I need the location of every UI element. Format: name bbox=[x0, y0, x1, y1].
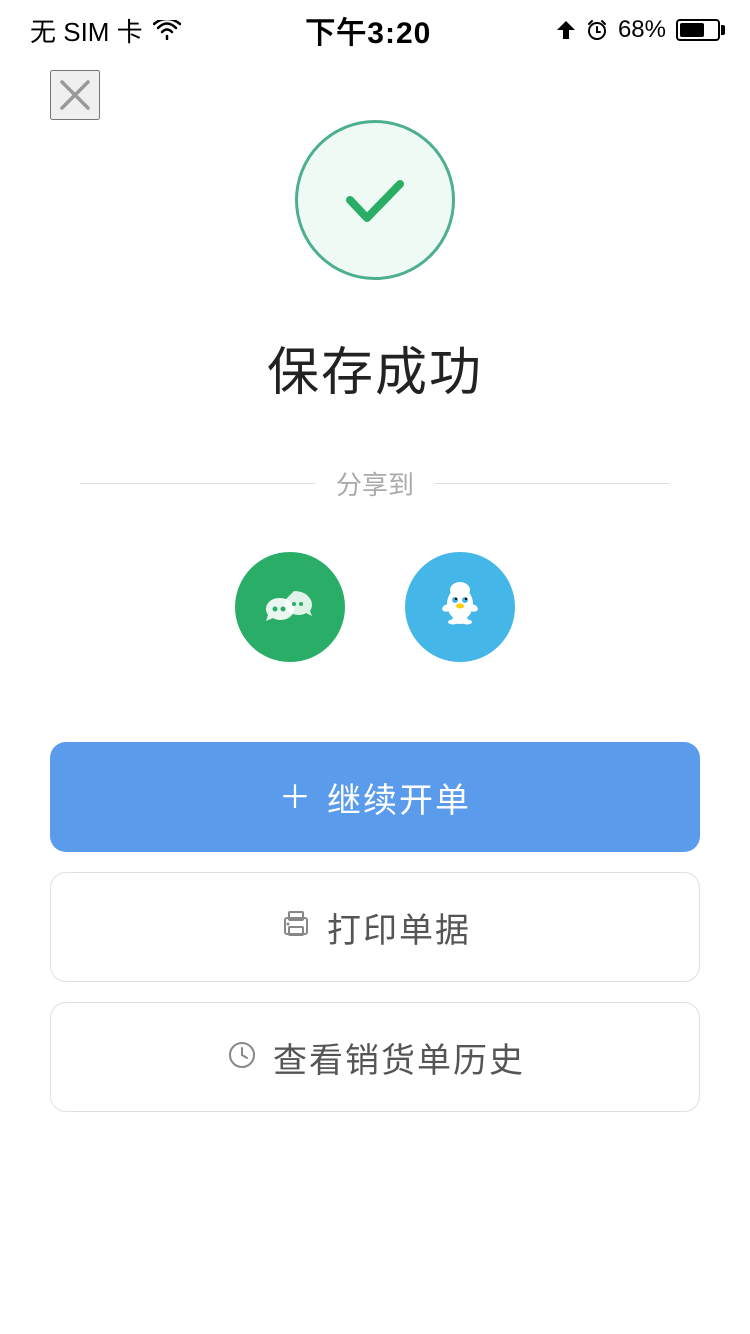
wifi-icon bbox=[153, 20, 181, 40]
status-bar: 无 SIM 卡 下午3:20 68% bbox=[0, 0, 750, 60]
checkmark-icon bbox=[335, 160, 415, 240]
status-left: 无 SIM 卡 bbox=[30, 12, 181, 49]
divider-left bbox=[80, 483, 316, 484]
print-icon bbox=[279, 908, 313, 947]
qq-share-button[interactable] bbox=[405, 552, 515, 662]
carrier-text: 无 SIM 卡 bbox=[30, 12, 143, 49]
status-time: 下午3:20 bbox=[305, 8, 431, 52]
history-button[interactable]: 查看销货单历史 bbox=[50, 1002, 700, 1112]
history-label: 查看销货单历史 bbox=[273, 1033, 525, 1082]
print-button[interactable]: 打印单据 bbox=[50, 872, 700, 982]
status-right: 68% bbox=[556, 16, 720, 44]
location-icon bbox=[556, 20, 576, 40]
battery-icon bbox=[676, 19, 720, 41]
plus-icon: ＋ bbox=[279, 781, 313, 813]
continue-label: 继续开单 bbox=[327, 773, 471, 822]
battery-percent: 68% bbox=[618, 16, 666, 44]
print-label: 打印单据 bbox=[327, 903, 471, 952]
share-label: 分享到 bbox=[316, 465, 434, 502]
success-title: 保存成功 bbox=[267, 330, 483, 405]
share-divider: 分享到 bbox=[0, 465, 750, 502]
share-row bbox=[235, 552, 515, 662]
qq-icon bbox=[429, 576, 491, 638]
wechat-icon bbox=[259, 576, 321, 638]
success-circle bbox=[295, 120, 455, 280]
history-icon bbox=[225, 1038, 259, 1077]
close-icon bbox=[57, 77, 93, 113]
continue-button[interactable]: ＋ 继续开单 bbox=[50, 742, 700, 852]
main-content: 保存成功 分享到 bbox=[0, 60, 750, 1112]
alarm-icon bbox=[586, 19, 608, 41]
close-button[interactable] bbox=[50, 70, 100, 120]
action-buttons: ＋ 继续开单 打印单据 查看销货单历史 bbox=[0, 742, 750, 1112]
wechat-share-button[interactable] bbox=[235, 552, 345, 662]
divider-right bbox=[434, 483, 670, 484]
